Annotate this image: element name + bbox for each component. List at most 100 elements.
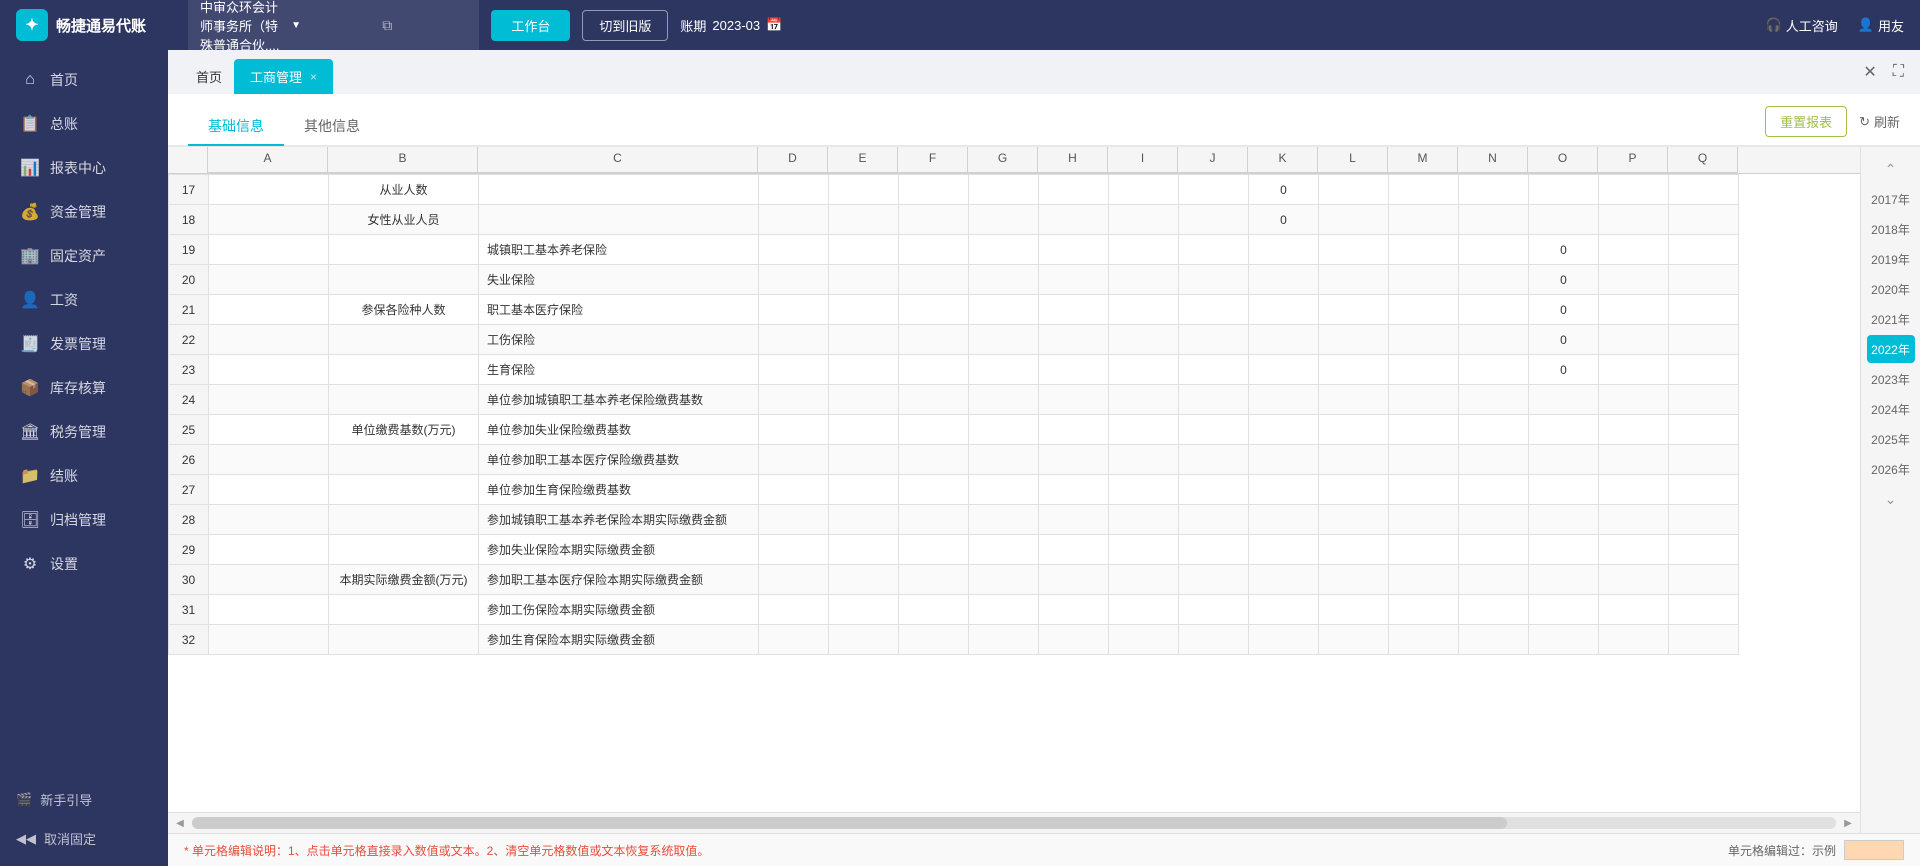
cell-21-m[interactable]	[1389, 295, 1459, 325]
cell-26-f[interactable]	[899, 445, 969, 475]
workspace-button[interactable]: 工作台	[491, 10, 570, 41]
cell-30-d[interactable]	[759, 565, 829, 595]
cell-21-b[interactable]: 参保各险种人数	[329, 295, 479, 325]
cell-32-d[interactable]	[759, 625, 829, 655]
cell-23-j[interactable]	[1179, 355, 1249, 385]
cell-27-g[interactable]	[969, 475, 1039, 505]
cell-17-j[interactable]	[1179, 175, 1249, 205]
cell-17-m[interactable]	[1389, 175, 1459, 205]
cell-23-b[interactable]	[329, 355, 479, 385]
cell-26-h[interactable]	[1039, 445, 1109, 475]
cell-28-p[interactable]	[1599, 505, 1669, 535]
cell-29-c[interactable]: 参加失业保险本期实际缴费金额	[479, 535, 759, 565]
cell-21-c[interactable]: 职工基本医疗保险	[479, 295, 759, 325]
cell-25-m[interactable]	[1389, 415, 1459, 445]
cell-27-l[interactable]	[1319, 475, 1389, 505]
cell-25-h[interactable]	[1039, 415, 1109, 445]
year-down-button[interactable]: ⌄	[1877, 485, 1905, 513]
cell-27-j[interactable]	[1179, 475, 1249, 505]
cell-17-i[interactable]	[1109, 175, 1179, 205]
cell-25-d[interactable]	[759, 415, 829, 445]
cell-24-d[interactable]	[759, 385, 829, 415]
unpin-btn[interactable]: ◀◀ 取消固定	[0, 819, 168, 858]
cell-20-b[interactable]	[329, 265, 479, 295]
tab-industry-mgmt[interactable]: 工商管理 ×	[234, 59, 333, 94]
cell-20-j[interactable]	[1179, 265, 1249, 295]
cell-19-e[interactable]	[829, 235, 899, 265]
cell-22-g[interactable]	[969, 325, 1039, 355]
cell-23-d[interactable]	[759, 355, 829, 385]
cell-18-f[interactable]	[899, 205, 969, 235]
cell-26-p[interactable]	[1599, 445, 1669, 475]
cell-27-f[interactable]	[899, 475, 969, 505]
cell-23-p[interactable]	[1599, 355, 1669, 385]
cell-17-e[interactable]	[829, 175, 899, 205]
cell-19-a[interactable]	[209, 235, 329, 265]
cell-31-g[interactable]	[969, 595, 1039, 625]
cell-32-k[interactable]	[1249, 625, 1319, 655]
cell-30-a[interactable]	[209, 565, 329, 595]
cell-24-n[interactable]	[1459, 385, 1529, 415]
tab-basic-info[interactable]: 基础信息	[188, 108, 284, 146]
cell-20-l[interactable]	[1319, 265, 1389, 295]
cell-30-n[interactable]	[1459, 565, 1529, 595]
cell-26-n[interactable]	[1459, 445, 1529, 475]
cell-32-a[interactable]	[209, 625, 329, 655]
cell-23-k[interactable]	[1249, 355, 1319, 385]
cell-30-l[interactable]	[1319, 565, 1389, 595]
user-btn[interactable]: 👤 用友	[1858, 16, 1904, 35]
cell-28-l[interactable]	[1319, 505, 1389, 535]
cell-21-a[interactable]	[209, 295, 329, 325]
cell-22-q[interactable]	[1669, 325, 1739, 355]
refresh-button[interactable]: ↻ 刷新	[1859, 112, 1900, 131]
cell-24-o[interactable]	[1529, 385, 1599, 415]
cell-18-g[interactable]	[969, 205, 1039, 235]
cell-28-m[interactable]	[1389, 505, 1459, 535]
cell-23-i[interactable]	[1109, 355, 1179, 385]
cell-26-i[interactable]	[1109, 445, 1179, 475]
cell-22-m[interactable]	[1389, 325, 1459, 355]
cell-32-q[interactable]	[1669, 625, 1739, 655]
cell-26-l[interactable]	[1319, 445, 1389, 475]
cell-18-p[interactable]	[1599, 205, 1669, 235]
year-2023[interactable]: 2023年	[1867, 365, 1915, 393]
cell-32-o[interactable]	[1529, 625, 1599, 655]
cell-26-k[interactable]	[1249, 445, 1319, 475]
cell-18-m[interactable]	[1389, 205, 1459, 235]
cell-27-c[interactable]: 单位参加生育保险缴费基数	[479, 475, 759, 505]
year-2019[interactable]: 2019年	[1867, 245, 1915, 273]
cell-19-g[interactable]	[969, 235, 1039, 265]
scroll-right-button[interactable]: ▶	[1840, 815, 1856, 831]
cell-20-p[interactable]	[1599, 265, 1669, 295]
close-window-icon[interactable]: ✕	[1863, 62, 1876, 82]
cell-31-h[interactable]	[1039, 595, 1109, 625]
cell-30-q[interactable]	[1669, 565, 1739, 595]
cell-25-b[interactable]: 单位缴费基数(万元)	[329, 415, 479, 445]
cell-22-i[interactable]	[1109, 325, 1179, 355]
cell-23-h[interactable]	[1039, 355, 1109, 385]
cell-31-l[interactable]	[1319, 595, 1389, 625]
cell-23-a[interactable]	[209, 355, 329, 385]
cell-22-j[interactable]	[1179, 325, 1249, 355]
cell-27-k[interactable]	[1249, 475, 1319, 505]
cell-17-o[interactable]	[1529, 175, 1599, 205]
cell-29-a[interactable]	[209, 535, 329, 565]
cell-29-p[interactable]	[1599, 535, 1669, 565]
cell-20-q[interactable]	[1669, 265, 1739, 295]
scroll-left-button[interactable]: ◀	[172, 815, 188, 831]
cell-32-c[interactable]: 参加生育保险本期实际缴费金额	[479, 625, 759, 655]
cell-32-b[interactable]	[329, 625, 479, 655]
cell-26-e[interactable]	[829, 445, 899, 475]
cell-19-d[interactable]	[759, 235, 829, 265]
year-2021[interactable]: 2021年	[1867, 305, 1915, 333]
cell-24-l[interactable]	[1319, 385, 1389, 415]
cell-28-n[interactable]	[1459, 505, 1529, 535]
cell-31-p[interactable]	[1599, 595, 1669, 625]
cell-28-e[interactable]	[829, 505, 899, 535]
cell-20-m[interactable]	[1389, 265, 1459, 295]
cell-21-p[interactable]	[1599, 295, 1669, 325]
sidebar-item-tax[interactable]: 🏛 税务管理	[0, 410, 168, 454]
sidebar-item-archive[interactable]: 🗄 归档管理	[0, 498, 168, 542]
cell-24-h[interactable]	[1039, 385, 1109, 415]
cell-19-h[interactable]	[1039, 235, 1109, 265]
